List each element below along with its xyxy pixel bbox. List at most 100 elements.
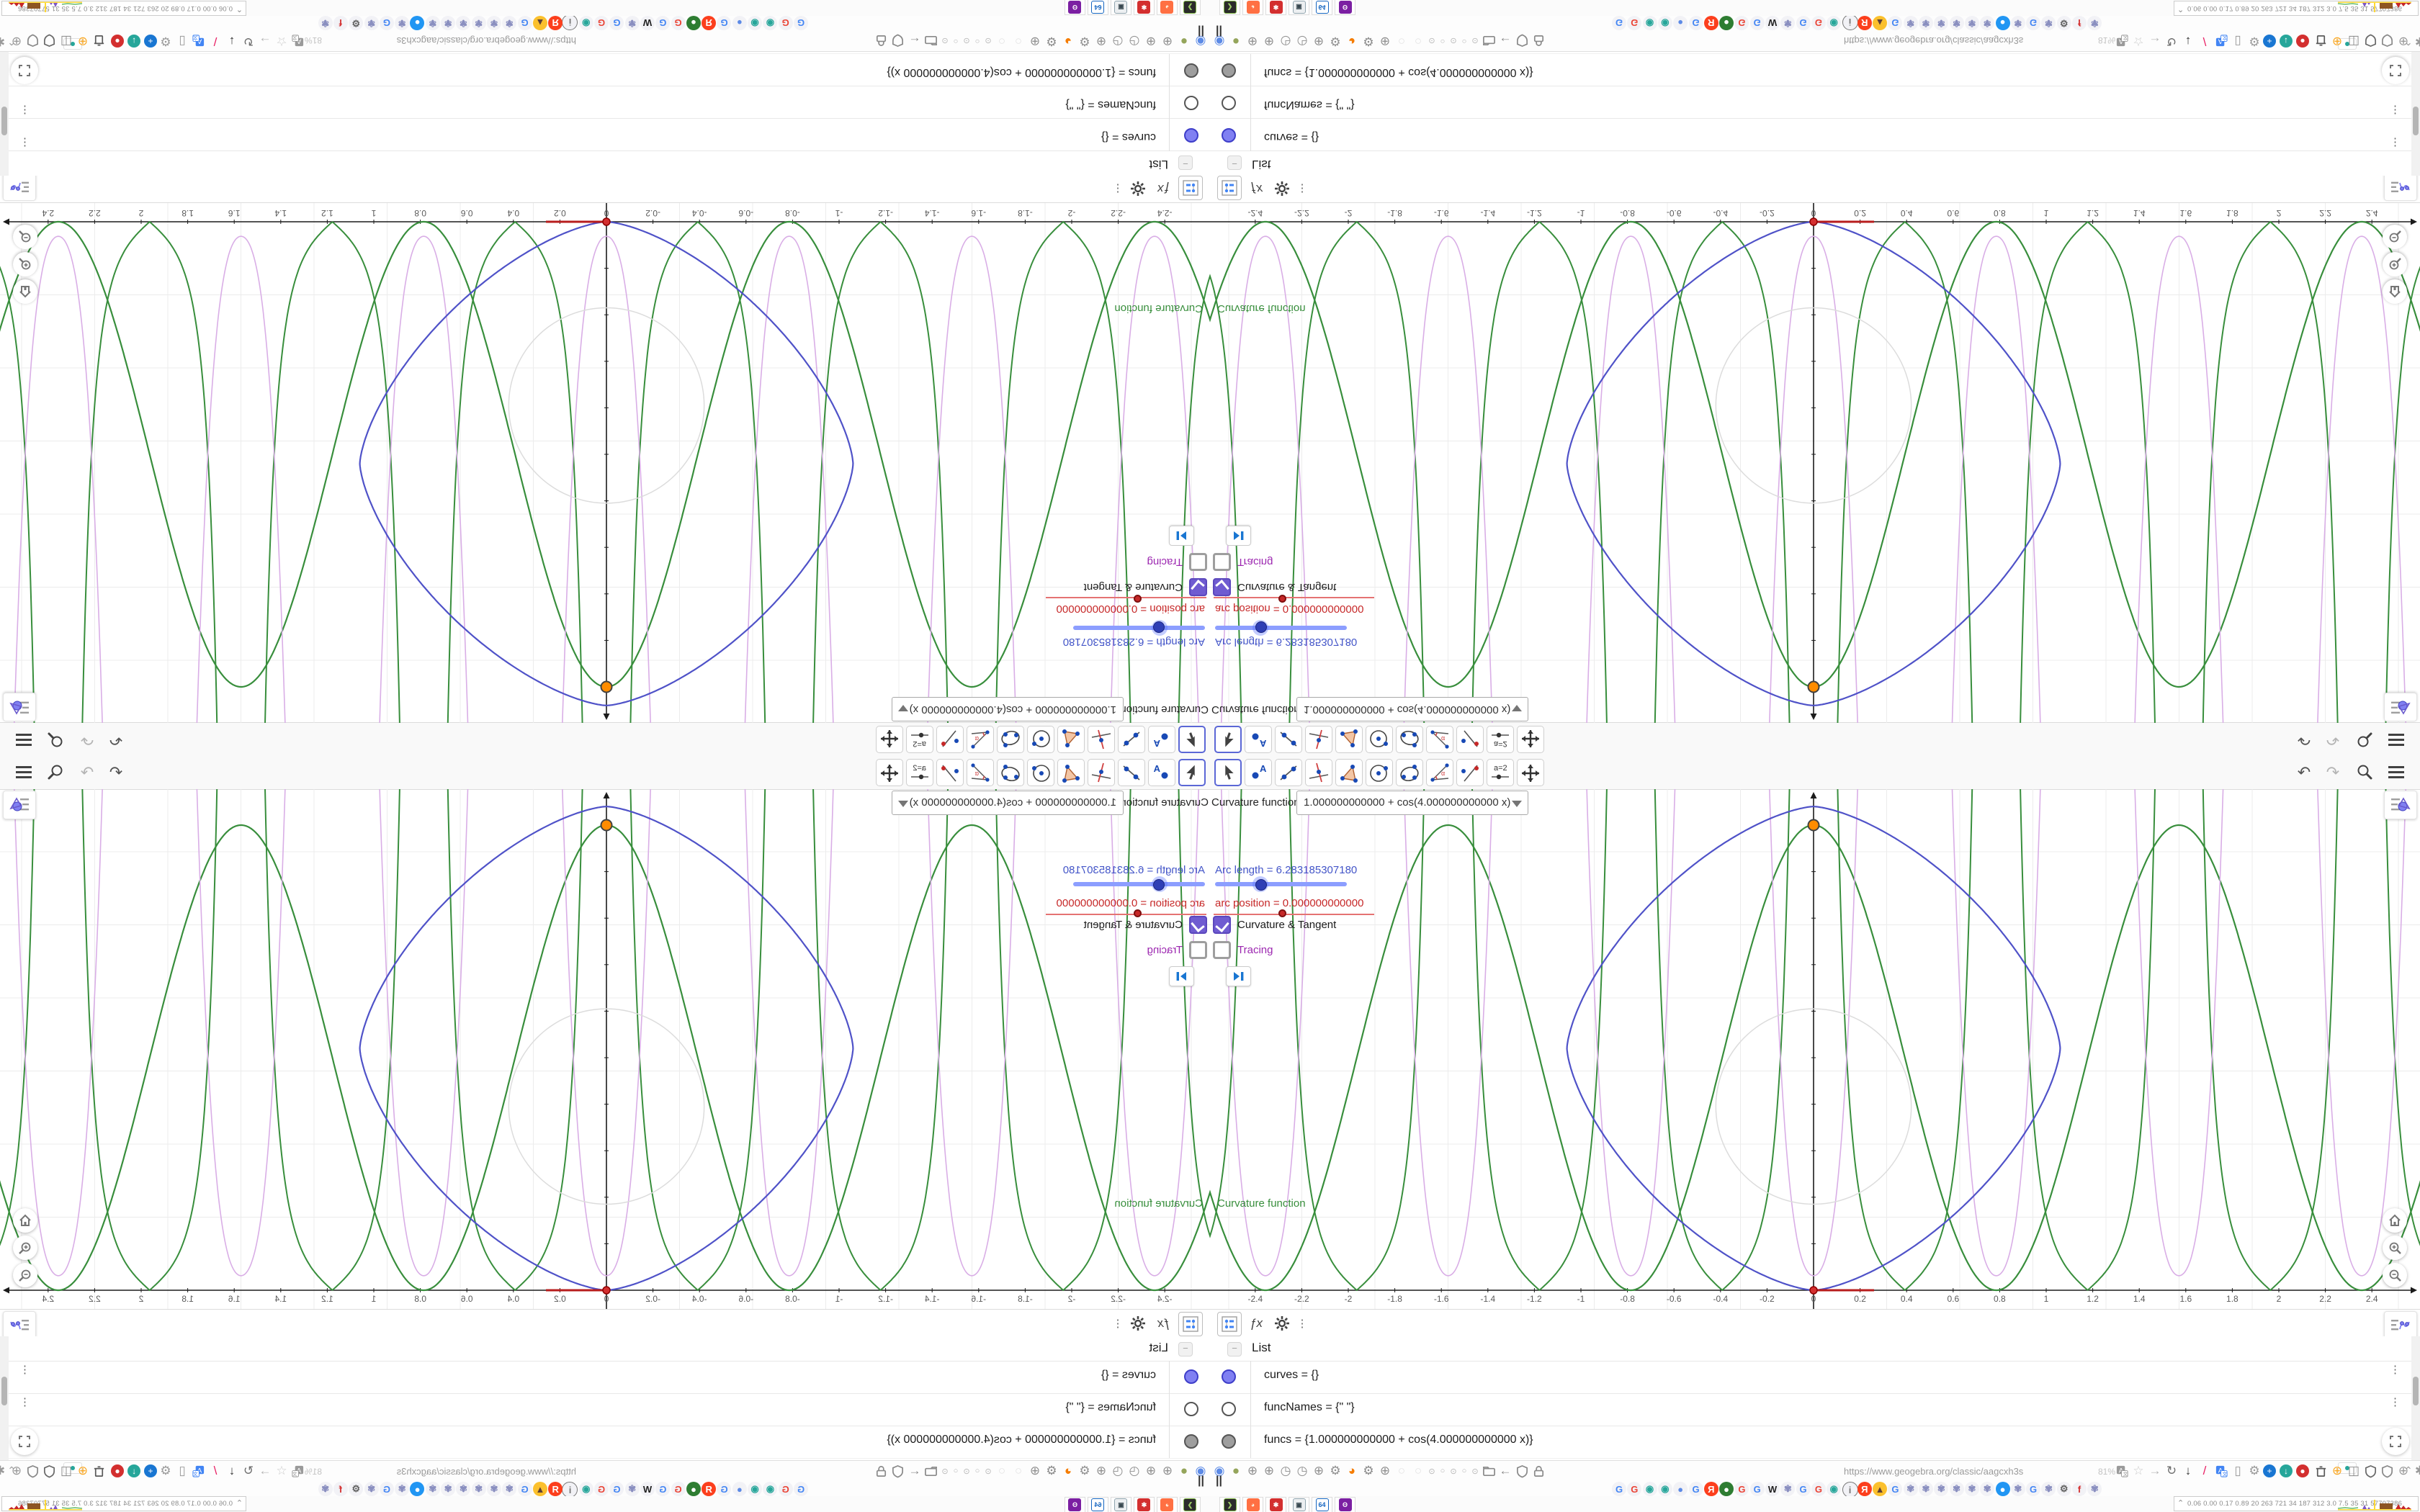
- status-glyph-icon[interactable]: ⊙: [940, 33, 950, 49]
- function-input[interactable]: 1.000000000000 + cos(4.000000000000 x): [892, 697, 1124, 721]
- status-glyph-icon[interactable]: ●: [2296, 1464, 2309, 1477]
- visibility-toggle[interactable]: [1222, 63, 1236, 78]
- status-glyph-icon[interactable]: ●: [1228, 33, 1244, 49]
- status-glyph-icon[interactable]: ⊕: [1143, 1463, 1159, 1479]
- shield-icon[interactable]: [2379, 33, 2395, 49]
- collapse-group-button[interactable]: −: [1178, 156, 1193, 170]
- browser-tab-favicon[interactable]: G: [1734, 16, 1749, 30]
- browser-tab-favicon[interactable]: G: [2026, 1482, 2041, 1496]
- undo-button[interactable]: ↶: [107, 730, 125, 749]
- status-glyph-icon[interactable]: ●: [1176, 33, 1192, 49]
- status-glyph-icon[interactable]: ⊙: [940, 1463, 950, 1479]
- visibility-toggle[interactable]: [1222, 1402, 1236, 1416]
- tool-point-button[interactable]: A: [1245, 726, 1272, 753]
- status-glyph-icon[interactable]: ⊕: [1261, 33, 1277, 49]
- browser-tab-favicon[interactable]: G: [1627, 1482, 1642, 1496]
- browser-tab-favicon[interactable]: ✾: [1780, 16, 1796, 30]
- status-glyph-icon[interactable]: ◷: [1278, 33, 1294, 49]
- zoom-out-button[interactable]: [13, 225, 37, 249]
- browser-tab-favicon[interactable]: G: [794, 16, 808, 30]
- browser-tab-favicon[interactable]: ◉: [1642, 16, 1657, 30]
- status-glyph-icon[interactable]: ◫: [2346, 33, 2362, 49]
- zoom-in-button[interactable]: [2383, 1236, 2407, 1260]
- collapse-group-button[interactable]: −: [1227, 1342, 1242, 1356]
- browser-tab-favicon[interactable]: ✾: [471, 1482, 486, 1496]
- browser-tab-favicon[interactable]: ◉: [748, 16, 763, 30]
- browser-tab-favicon[interactable]: ✾: [487, 16, 501, 30]
- dock-app-tile[interactable]: ✱: [1265, 1497, 1286, 1512]
- status-glyph-icon[interactable]: ●: [1228, 1463, 1244, 1479]
- tool-angle-button[interactable]: α: [1426, 759, 1453, 786]
- status-glyph-icon[interactable]: ⊙: [1470, 1463, 1480, 1479]
- tool-slider-button[interactable]: a=2: [1487, 759, 1514, 786]
- status-glyph-icon[interactable]: ←: [907, 33, 923, 49]
- status-glyph-icon[interactable]: ↻: [2164, 1463, 2179, 1479]
- browser-tab-favicon[interactable]: ▲: [532, 16, 547, 30]
- status-glyph-icon[interactable]: ◷: [1126, 1463, 1142, 1479]
- status-glyph-icon[interactable]: ▯: [174, 1463, 190, 1479]
- graphics-view[interactable]: -2.4 -2.2 -2 -1.8 -1.6 -1.4 -1.2 -1 -0.8 -0.6 -0.4…: [1210, 203, 2420, 723]
- function-input[interactable]: 1.000000000000 + cos(4.000000000000 x): [1296, 697, 1528, 721]
- step-animation-button[interactable]: [1226, 966, 1251, 986]
- browser-tab-favicon[interactable]: ●: [1673, 1482, 1688, 1496]
- arc-position-slider-knob[interactable]: [1134, 909, 1142, 917]
- tool-move-button[interactable]: [1214, 726, 1242, 753]
- status-glyph-icon[interactable]: ✱: [0, 1463, 8, 1479]
- status-glyph-icon[interactable]: ⊕: [2329, 33, 2345, 49]
- browser-tab-favicon[interactable]: G: [1612, 1482, 1626, 1496]
- browser-tab-favicon[interactable]: f: [333, 16, 348, 30]
- status-glyph-icon[interactable]: ●: [111, 35, 124, 48]
- tool-slider-button[interactable]: a=2: [906, 759, 933, 786]
- status-glyph-icon[interactable]: ⊙: [1448, 1463, 1458, 1479]
- translate-icon[interactable]: A文: [2213, 1463, 2229, 1479]
- algebra-panel-card[interactable]: [2384, 172, 2417, 201]
- arc-position-slider[interactable]: [1214, 914, 1374, 915]
- step-animation-button[interactable]: [1169, 966, 1194, 986]
- dock-app-tile[interactable]: ʘ: [1335, 1497, 1355, 1512]
- browser-tab-favicon[interactable]: W: [640, 16, 655, 30]
- browser-tab-favicon[interactable]: W: [1765, 16, 1780, 30]
- browser-tab-favicon[interactable]: G: [1888, 16, 1903, 30]
- status-glyph-icon[interactable]: ⚙: [158, 1463, 174, 1479]
- status-glyph-icon[interactable]: ○: [951, 33, 961, 49]
- tracing-checkbox[interactable]: [1213, 553, 1231, 571]
- status-glyph-icon[interactable]: ⊕: [1245, 33, 1260, 49]
- browser-tab-favicon[interactable]: ◉: [1642, 1482, 1657, 1496]
- browser-tab-favicon[interactable]: ✾: [364, 1482, 379, 1496]
- browser-tab-favicon[interactable]: Я: [548, 1482, 563, 1496]
- algebra-tree-view-button[interactable]: [1217, 1312, 1242, 1336]
- tool-move-view-button[interactable]: [1517, 759, 1544, 786]
- dock-app-tile[interactable]: ❯: [1180, 1497, 1201, 1512]
- algebra-row-funcs[interactable]: funcs = {1.000000000000 + cos(4.00000000…: [0, 53, 1210, 86]
- status-glyph-icon[interactable]: ⊕: [1311, 33, 1327, 49]
- status-glyph-icon[interactable]: ⊕: [1377, 33, 1393, 49]
- algebra-group-row[interactable]: − List: [0, 1336, 1210, 1362]
- status-glyph-icon[interactable]: ○: [1438, 1463, 1448, 1479]
- undo-button[interactable]: ↶: [2295, 763, 2313, 782]
- tool-reflect-button[interactable]: [1456, 726, 1484, 753]
- search-button[interactable]: [2355, 730, 2374, 749]
- status-glyph-icon[interactable]: ⊕: [1027, 33, 1043, 49]
- status-glyph-icon[interactable]: +: [2263, 35, 2276, 48]
- expand-view-button[interactable]: [2382, 1428, 2409, 1455]
- browser-tab-favicon[interactable]: ✾: [1964, 1482, 1979, 1496]
- browser-tab-favicon[interactable]: ✾: [425, 1482, 440, 1496]
- browser-tab-favicon[interactable]: ✾: [502, 16, 517, 30]
- browser-tab-favicon[interactable]: ✾: [624, 1482, 640, 1496]
- status-glyph-icon[interactable]: ↓: [224, 33, 240, 49]
- browser-tab-favicon[interactable]: ✾: [624, 16, 640, 30]
- shield-icon[interactable]: [42, 33, 58, 49]
- browser-tab-favicon[interactable]: ⚙: [349, 1482, 364, 1496]
- browser-tab-favicon[interactable]: ●: [1995, 1482, 2010, 1496]
- status-glyph-icon[interactable]: ☆: [274, 1463, 290, 1479]
- browser-tab-favicon[interactable]: G: [717, 1482, 732, 1496]
- status-glyph-icon[interactable]: ⊕: [2329, 1463, 2345, 1479]
- browser-tab-favicon[interactable]: ✾: [456, 16, 471, 30]
- browser-tab-favicon[interactable]: ✾: [471, 16, 486, 30]
- browser-tab-favicon[interactable]: ◉: [578, 16, 593, 30]
- visibility-toggle[interactable]: [1222, 1434, 1236, 1449]
- visibility-toggle[interactable]: [1184, 1434, 1198, 1449]
- status-glyph-icon[interactable]: ◷: [1294, 33, 1310, 49]
- dock-app-tile[interactable]: ❯: [1180, 0, 1201, 15]
- browser-tab-favicon[interactable]: ✾: [364, 16, 379, 30]
